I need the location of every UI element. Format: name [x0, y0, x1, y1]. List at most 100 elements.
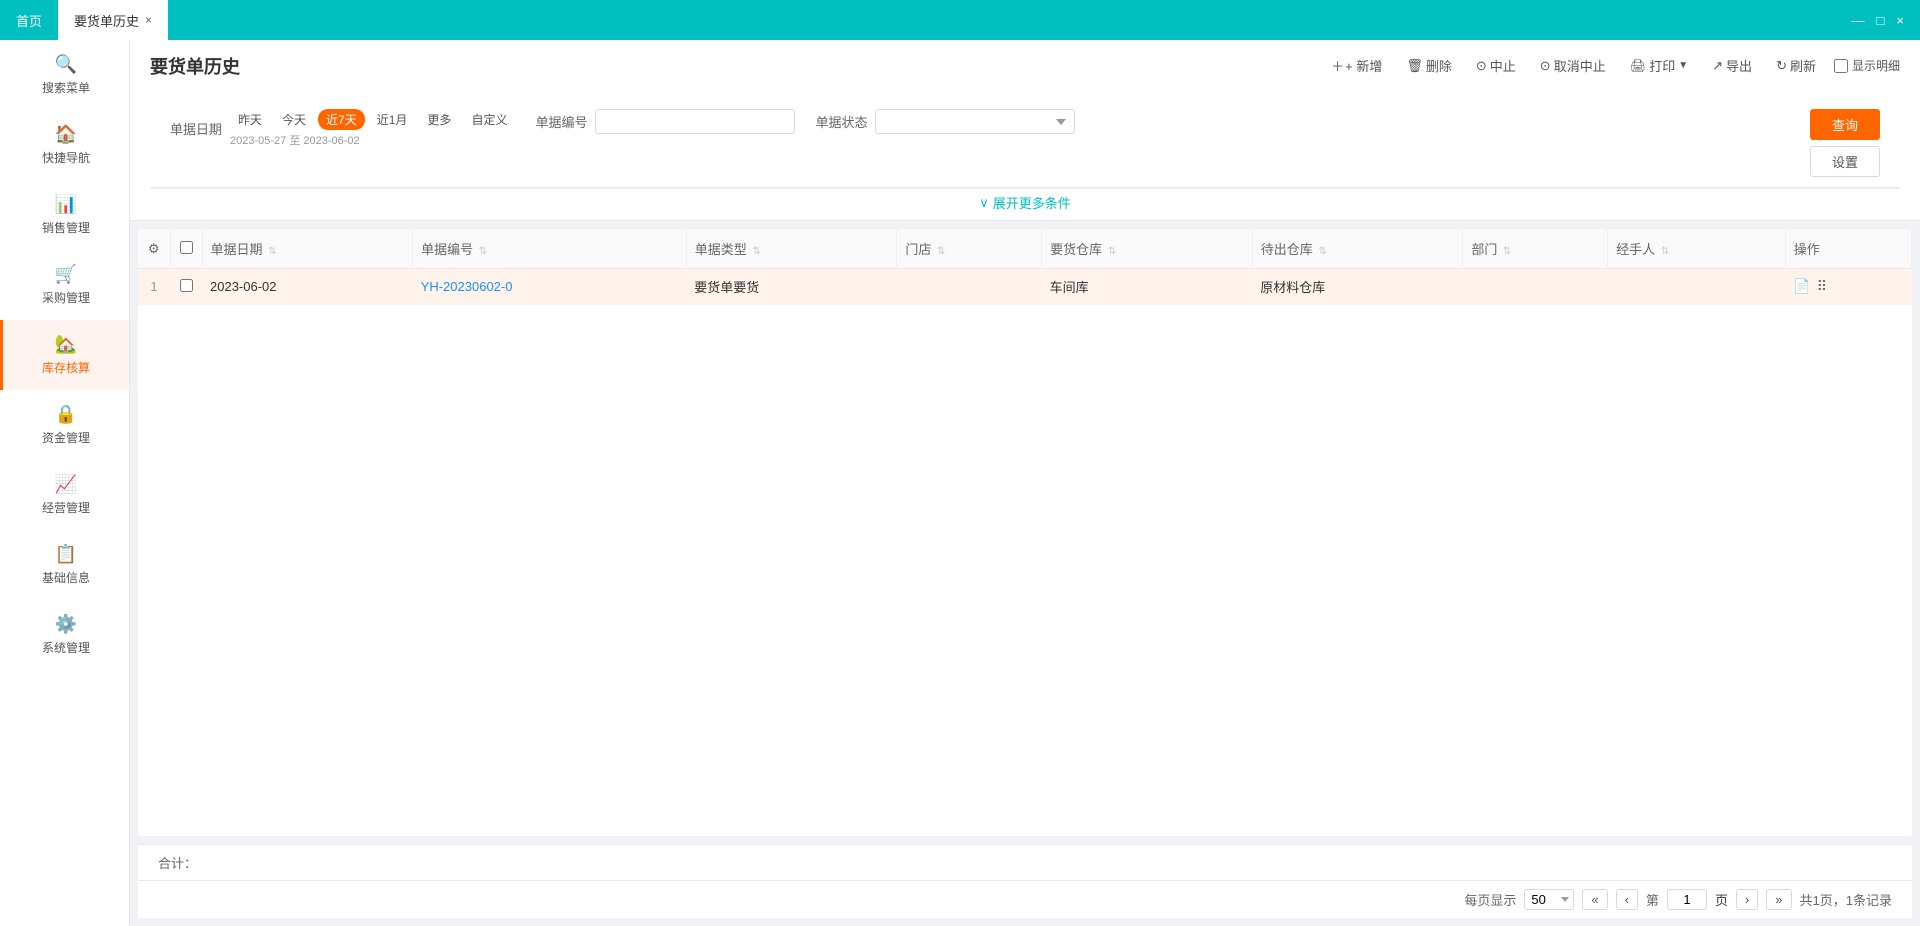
new-icon: ＋	[1331, 56, 1344, 75]
date-range-display: 2023-05-27 至 2023-06-02	[230, 132, 515, 148]
sort-dept-icon[interactable]: ⇅	[1503, 246, 1511, 257]
sidebar-item-basic-info[interactable]: 📋 基础信息	[0, 530, 129, 600]
sidebar-item-search-menu[interactable]: 🔍 搜索菜单	[0, 40, 129, 110]
date-opt-custom[interactable]: 自定义	[463, 109, 515, 130]
col-store: 门店 ⇅	[897, 229, 1042, 269]
cell-req-warehouse: 车间库	[1042, 269, 1253, 305]
inventory-icon: 🏡	[55, 334, 77, 355]
order-no-link[interactable]: YH-20230602-0	[421, 279, 513, 294]
export-icon: ↗	[1712, 58, 1723, 74]
summary-label: 合计：	[158, 853, 197, 872]
status-select[interactable]	[875, 109, 1075, 134]
page-header: 要货单历史 ＋ + 新增 🗑 删除 ⊙ 中止 ⊙	[130, 40, 1920, 221]
toolbar: ＋ + 新增 🗑 删除 ⊙ 中止 ⊙ 取消中止	[1325, 52, 1900, 79]
date-opt-1month[interactable]: 近1月	[369, 109, 416, 130]
sort-pending-wh-icon[interactable]: ⇅	[1318, 246, 1326, 257]
first-page-button[interactable]: «	[1582, 889, 1607, 910]
page-total-info: 共1页，1条记录	[1800, 890, 1892, 909]
refresh-icon: ↻	[1776, 58, 1787, 74]
col-handler: 经手人 ⇅	[1608, 229, 1786, 269]
sort-order-no-icon[interactable]: ⇅	[479, 246, 487, 257]
expand-more-btn[interactable]: ∨ 展开更多条件	[150, 188, 1900, 220]
cell-date: 2023-06-02	[202, 269, 413, 305]
tab-bar: 首页 要货单历史 ×	[0, 0, 1852, 40]
row-edit-icon[interactable]: 📄	[1793, 278, 1810, 295]
status-label: 单据状态	[815, 112, 867, 131]
stop-button[interactable]: ⊙ 中止	[1470, 52, 1522, 79]
maximize-icon[interactable]: □	[1877, 13, 1885, 28]
search-menu-icon: 🔍	[55, 54, 77, 75]
operation-icon: 📈	[55, 474, 77, 495]
page-title-row: 要货单历史 ＋ + 新增 🗑 删除 ⊙ 中止 ⊙	[150, 52, 1900, 79]
cell-order-type: 要货单要货	[686, 269, 897, 305]
prev-page-button[interactable]: ‹	[1616, 889, 1638, 910]
cancel-stop-icon: ⊙	[1540, 58, 1551, 74]
display-detail-toggle[interactable]: 显示明细	[1834, 57, 1900, 74]
select-all-checkbox[interactable]	[180, 241, 193, 254]
table-container: ⚙ 单据日期 ⇅ 单据编号 ⇅ 单据类型	[138, 229, 1912, 836]
delete-icon: 🗑	[1406, 58, 1423, 74]
sort-req-wh-icon[interactable]: ⇅	[1108, 246, 1116, 257]
refresh-button[interactable]: ↻ 刷新	[1770, 52, 1822, 79]
purchase-icon: 🛒	[55, 264, 77, 285]
print-button[interactable]: 🖨 打印 ▼	[1624, 52, 1694, 79]
date-opt-7days[interactable]: 近7天	[318, 109, 365, 130]
filter-area: 单据日期 昨天 今天 近7天 近1月 更多 自定义 2023-05-27 至 2…	[150, 91, 1900, 220]
filter-settings-button[interactable]: 设置	[1810, 146, 1880, 177]
chevron-down-icon: ∨	[979, 195, 989, 211]
sort-date-icon[interactable]: ⇅	[268, 246, 276, 257]
page-label-before: 第	[1646, 890, 1659, 909]
query-button[interactable]: 查询	[1810, 109, 1880, 140]
delete-button[interactable]: 🗑 删除	[1400, 52, 1458, 79]
system-icon: ⚙️	[55, 614, 77, 635]
last-page-button[interactable]: »	[1766, 889, 1791, 910]
date-filter-group: 单据日期 昨天 今天 近7天 近1月 更多 自定义 2023-05-27 至 2…	[170, 109, 515, 148]
sidebar-item-finance[interactable]: 🔒 资金管理	[0, 390, 129, 460]
date-opt-more[interactable]: 更多	[419, 109, 459, 130]
row-more-icon[interactable]: ⠿	[1817, 278, 1827, 295]
tab-home[interactable]: 首页	[0, 0, 58, 40]
col-order-type: 单据类型 ⇅	[686, 229, 897, 269]
top-bar: 首页 要货单历史 × — □ ×	[0, 0, 1920, 40]
page-number-input[interactable]	[1667, 889, 1707, 910]
col-pending-warehouse: 待出仓库 ⇅	[1252, 229, 1463, 269]
sidebar-item-quick-nav[interactable]: 🏠 快捷导航	[0, 110, 129, 180]
sidebar-item-purchase[interactable]: 🛒 采购管理	[0, 250, 129, 320]
col-settings[interactable]: ⚙	[138, 229, 170, 269]
row-checkbox-cell	[170, 269, 202, 305]
cell-order-no: YH-20230602-0	[413, 269, 687, 305]
col-date: 单据日期 ⇅	[202, 229, 413, 269]
page-size-select[interactable]: 50 20 100 200	[1524, 889, 1574, 910]
date-opt-yesterday[interactable]: 昨天	[230, 109, 270, 130]
export-button[interactable]: ↗ 导出	[1706, 52, 1758, 79]
close-window-icon[interactable]: ×	[1896, 13, 1904, 28]
sidebar-item-operation[interactable]: 📈 经营管理	[0, 460, 129, 530]
cell-handler	[1608, 269, 1786, 305]
sidebar-item-system[interactable]: ⚙️ 系统管理	[0, 600, 129, 670]
cell-store	[897, 269, 1042, 305]
data-table: ⚙ 单据日期 ⇅ 单据编号 ⇅ 单据类型	[138, 229, 1912, 305]
col-actions: 操作	[1785, 229, 1911, 269]
date-opt-today[interactable]: 今天	[274, 109, 314, 130]
order-no-input[interactable]	[595, 109, 795, 134]
print-dropdown-icon: ▼	[1678, 60, 1688, 71]
tab-order-history[interactable]: 要货单历史 ×	[58, 0, 168, 40]
cell-department	[1463, 269, 1608, 305]
date-option-list: 昨天 今天 近7天 近1月 更多 自定义	[230, 109, 515, 130]
sidebar-item-sales[interactable]: 📊 销售管理	[0, 180, 129, 250]
sidebar-item-inventory[interactable]: 🏡 库存核算	[0, 320, 129, 390]
minimize-icon[interactable]: —	[1852, 13, 1865, 28]
new-button[interactable]: ＋ + 新增	[1325, 52, 1388, 79]
row-checkbox[interactable]	[180, 279, 193, 292]
display-detail-checkbox[interactable]	[1834, 59, 1848, 73]
status-filter-group: 单据状态	[815, 109, 1075, 134]
close-tab-icon[interactable]: ×	[145, 13, 152, 27]
sort-handler-icon[interactable]: ⇅	[1661, 246, 1669, 257]
sidebar: 🔍 搜索菜单 🏠 快捷导航 📊 销售管理 🛒 采购管理 🏡 库存核算 🔒 资金管…	[0, 40, 130, 926]
sort-type-icon[interactable]: ⇅	[752, 246, 760, 257]
cancel-stop-button[interactable]: ⊙ 取消中止	[1534, 52, 1612, 79]
cell-actions: 📄 ⠿	[1785, 269, 1911, 305]
next-page-button[interactable]: ›	[1736, 889, 1758, 910]
sort-store-icon[interactable]: ⇅	[937, 246, 945, 257]
window-controls: — □ ×	[1852, 13, 1920, 28]
